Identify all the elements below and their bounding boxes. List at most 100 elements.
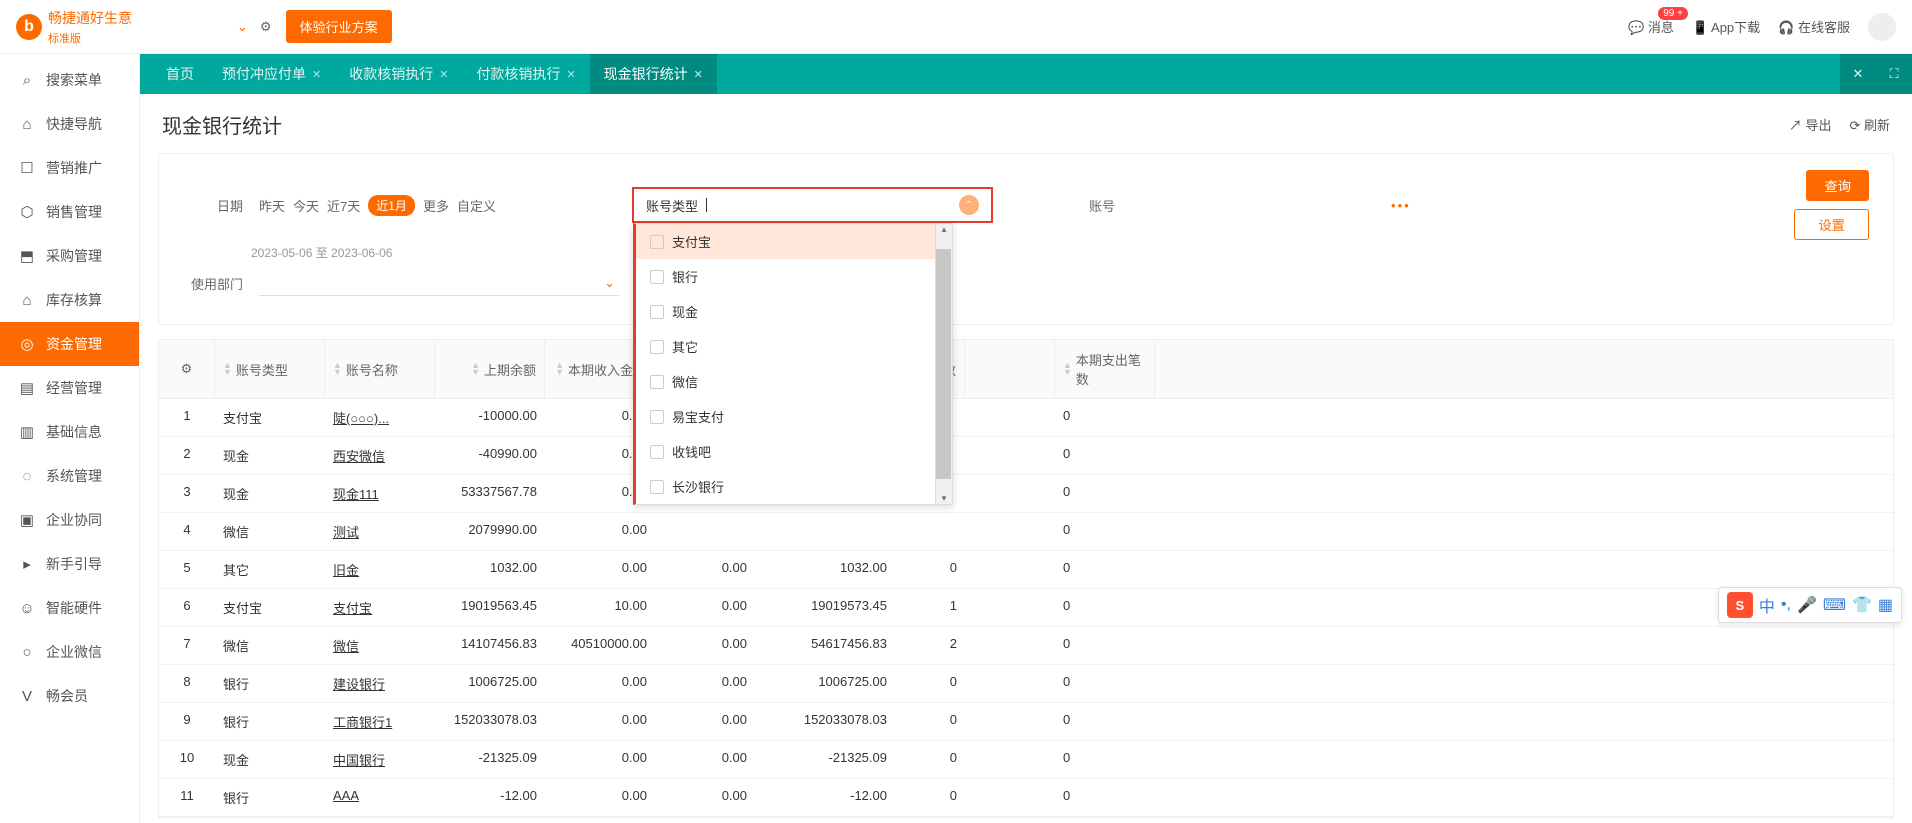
logo-name: 畅捷通好生意 <box>48 8 132 28</box>
fullscreen-icon[interactable]: ⛶ <box>1876 54 1912 94</box>
ime-toolbar[interactable]: S 中 •, 🎤 ⌨ 👕 ▦ <box>1718 587 1902 623</box>
tab-close-icon[interactable]: ✕ <box>566 68 575 81</box>
sidebar-item[interactable]: ⬡销售管理 <box>0 190 139 234</box>
col-type[interactable]: ▲▼账号类型 <box>215 340 325 398</box>
date-option[interactable]: 自定义 <box>457 196 496 215</box>
date-option[interactable]: 更多 <box>423 196 449 215</box>
sidebar-item[interactable]: ⌂库存核算 <box>0 278 139 322</box>
account-link[interactable]: 建设银行 <box>333 677 385 692</box>
tab[interactable]: 收款核销执行✕ <box>335 54 462 94</box>
sidebar-item[interactable]: ▣企业协同 <box>0 498 139 542</box>
sidebar-item[interactable]: ⬒采购管理 <box>0 234 139 278</box>
checkbox-icon[interactable] <box>650 305 664 319</box>
gear-icon[interactable]: ⚙ <box>260 19 272 35</box>
tab-actions: ✕ ⛶ <box>1840 54 1912 94</box>
checkbox-icon[interactable] <box>650 235 664 249</box>
col-prev[interactable]: ▲▼上期余额 <box>435 340 545 398</box>
tab[interactable]: 预付冲应付单✕ <box>208 54 335 94</box>
org-selector[interactable]: ⌄ <box>162 17 248 36</box>
settings-button[interactable]: 设置 <box>1794 209 1869 240</box>
table-row: 1支付宝陡(○○○)...-10000.000.000 <box>159 399 1893 437</box>
app-download[interactable]: 📱 App下载 <box>1692 17 1760 36</box>
dropdown-item[interactable]: 微信 <box>636 364 952 399</box>
dropdown-item[interactable]: 易宝支付 <box>636 399 952 434</box>
avatar[interactable] <box>1868 13 1896 41</box>
sidebar-icon: ☐ <box>18 159 36 177</box>
account-link[interactable]: 支付宝 <box>333 601 372 616</box>
account-type-select[interactable]: 账号类型 ⌃ 支付宝银行现金其它微信易宝支付收钱吧长沙银行▴▾ <box>632 187 993 223</box>
date-option[interactable]: 今天 <box>293 196 319 215</box>
sidebar-label: 搜索菜单 <box>46 70 102 90</box>
date-option[interactable]: 近7天 <box>327 196 360 215</box>
tab[interactable]: 现金银行统计✕ <box>590 54 717 94</box>
export-button[interactable]: ↗ 导出 <box>1789 115 1832 134</box>
ime-keyboard-icon[interactable]: ⌨ <box>1823 595 1846 615</box>
gear-column-icon[interactable]: ⚙ <box>159 340 215 398</box>
dept-select[interactable]: ⌄ <box>259 271 619 296</box>
sidebar-item[interactable]: ▥基础信息 <box>0 410 139 454</box>
tab[interactable]: 首页 <box>152 54 208 94</box>
account-link[interactable]: 中国银行 <box>333 753 385 768</box>
dropdown-item[interactable]: 长沙银行 <box>636 469 952 504</box>
account-link[interactable]: 现金111 <box>333 487 379 502</box>
tab-close-icon[interactable]: ✕ <box>694 68 703 81</box>
query-button[interactable]: 查询 <box>1806 170 1869 201</box>
account-link[interactable]: 西安微信 <box>333 449 385 464</box>
dropdown-item[interactable]: 支付宝 <box>636 224 952 259</box>
checkbox-icon[interactable] <box>650 375 664 389</box>
sidebar-item[interactable]: ⌂快捷导航 <box>0 102 139 146</box>
sidebar-label: 库存核算 <box>46 290 102 310</box>
sidebar-item[interactable]: ▤经营管理 <box>0 366 139 410</box>
checkbox-icon[interactable] <box>650 480 664 494</box>
ime-menu-icon[interactable]: ▦ <box>1878 595 1893 615</box>
more-dots-icon[interactable]: ••• <box>1391 198 1411 213</box>
date-option[interactable]: 近1月 <box>368 195 415 216</box>
col-outn[interactable]: ▲▼本期支出笔数 <box>1055 340 1155 398</box>
customer-service[interactable]: 🎧 在线客服 <box>1778 17 1850 36</box>
close-tab-icon[interactable]: ✕ <box>1840 54 1876 94</box>
refresh-button[interactable]: ⟳ 刷新 <box>1849 115 1890 134</box>
account-link[interactable]: 陡(○○○)... <box>333 411 389 426</box>
sidebar-item[interactable]: ◎资金管理 <box>0 322 139 366</box>
filter-panel: 日期 昨天今天近7天近1月更多自定义 账号类型 ⌃ 支付宝银行现金其它微信易宝支… <box>158 153 1894 325</box>
checkbox-icon[interactable] <box>650 270 664 284</box>
collapse-up-icon[interactable]: ⌃ <box>959 195 979 215</box>
sidebar-label: 智能硬件 <box>46 598 102 618</box>
dropdown-item[interactable]: 其它 <box>636 329 952 364</box>
sidebar-label: 企业协同 <box>46 510 102 530</box>
dropdown-scrollbar[interactable]: ▴▾ <box>935 224 952 504</box>
tab-close-icon[interactable]: ✕ <box>312 68 321 81</box>
ime-skin-icon[interactable]: 👕 <box>1852 595 1872 615</box>
tab-close-icon[interactable]: ✕ <box>439 68 448 81</box>
sidebar-item[interactable]: ○企业微信 <box>0 630 139 674</box>
tab-bar: 首页预付冲应付单✕收款核销执行✕付款核销执行✕现金银行统计✕ ✕ ⛶ <box>140 54 1912 94</box>
col-name[interactable]: ▲▼账号名称 <box>325 340 435 398</box>
tab[interactable]: 付款核销执行✕ <box>462 54 589 94</box>
sidebar-item[interactable]: ☐营销推广 <box>0 146 139 190</box>
sidebar-icon: ◎ <box>18 335 36 353</box>
dropdown-item[interactable]: 收钱吧 <box>636 434 952 469</box>
account-link[interactable]: 工商银行1 <box>333 715 392 730</box>
checkbox-icon[interactable] <box>650 340 664 354</box>
sidebar-item[interactable]: ⌕ 搜索菜单 <box>0 58 139 102</box>
trial-button[interactable]: 体验行业方案 <box>286 10 392 43</box>
account-link[interactable]: 微信 <box>333 639 359 654</box>
account-link[interactable]: AAA <box>333 788 359 803</box>
message-link[interactable]: 💬 消息 99 + <box>1628 17 1674 36</box>
sidebar-item[interactable]: ▸新手引导 <box>0 542 139 586</box>
checkbox-icon[interactable] <box>650 445 664 459</box>
date-option[interactable]: 昨天 <box>259 196 285 215</box>
sidebar-item[interactable]: ◌系统管理 <box>0 454 139 498</box>
sidebar-icon: ⌕ <box>18 71 36 89</box>
sidebar-item[interactable]: ☺智能硬件 <box>0 586 139 630</box>
ime-mic-icon[interactable]: 🎤 <box>1797 595 1817 615</box>
sidebar-item[interactable]: V畅会员 <box>0 674 139 718</box>
dropdown-item[interactable]: 银行 <box>636 259 952 294</box>
account-link[interactable]: 测试 <box>333 525 359 540</box>
ime-punct-icon[interactable]: •, <box>1781 596 1791 614</box>
dropdown-item[interactable]: 现金 <box>636 294 952 329</box>
checkbox-icon[interactable] <box>650 410 664 424</box>
sidebar-label: 基础信息 <box>46 422 102 442</box>
ime-lang[interactable]: 中 <box>1759 593 1775 617</box>
account-link[interactable]: 旧金 <box>333 563 359 578</box>
